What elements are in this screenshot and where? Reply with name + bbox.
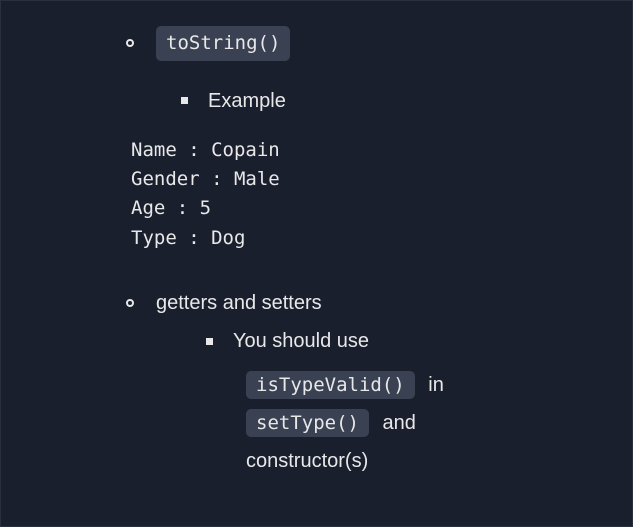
bullet-circle-icon <box>126 299 134 307</box>
instruction-lead: You should use <box>233 326 369 356</box>
section-getters-setters: getters and setters You should use isTyp… <box>126 288 602 480</box>
word-in: in <box>428 374 444 396</box>
list-item-getters-setters: getters and setters <box>126 288 602 318</box>
document-content: toString() Example Name : Copain Gender … <box>31 26 602 480</box>
bullet-circle-icon <box>126 39 134 47</box>
word-and: and <box>383 412 416 434</box>
list-item-tostring: toString() <box>126 26 602 61</box>
list-item-instruction: You should use <box>206 326 602 356</box>
instruction-text: isTypeValid() in setType() and construct… <box>206 366 602 480</box>
bullet-square-icon <box>181 97 188 104</box>
instruction-line-3: constructor(s) <box>246 442 602 480</box>
instruction-block: You should use isTypeValid() in setType(… <box>126 326 602 480</box>
list-item-example: Example <box>181 86 602 116</box>
instruction-line-2: setType() and <box>246 404 602 442</box>
code-tostring: toString() <box>156 26 290 61</box>
getters-setters-title: getters and setters <box>156 288 322 318</box>
code-istypevalid: isTypeValid() <box>246 371 415 399</box>
instruction-line-1: isTypeValid() in <box>246 366 602 404</box>
bullet-square-icon <box>206 338 213 345</box>
code-settype: setType() <box>246 409 369 437</box>
sub-level-example: Example <box>126 86 602 116</box>
example-label: Example <box>208 86 286 116</box>
code-block-output: Name : Copain Gender : Male Age : 5 Type… <box>131 136 602 254</box>
